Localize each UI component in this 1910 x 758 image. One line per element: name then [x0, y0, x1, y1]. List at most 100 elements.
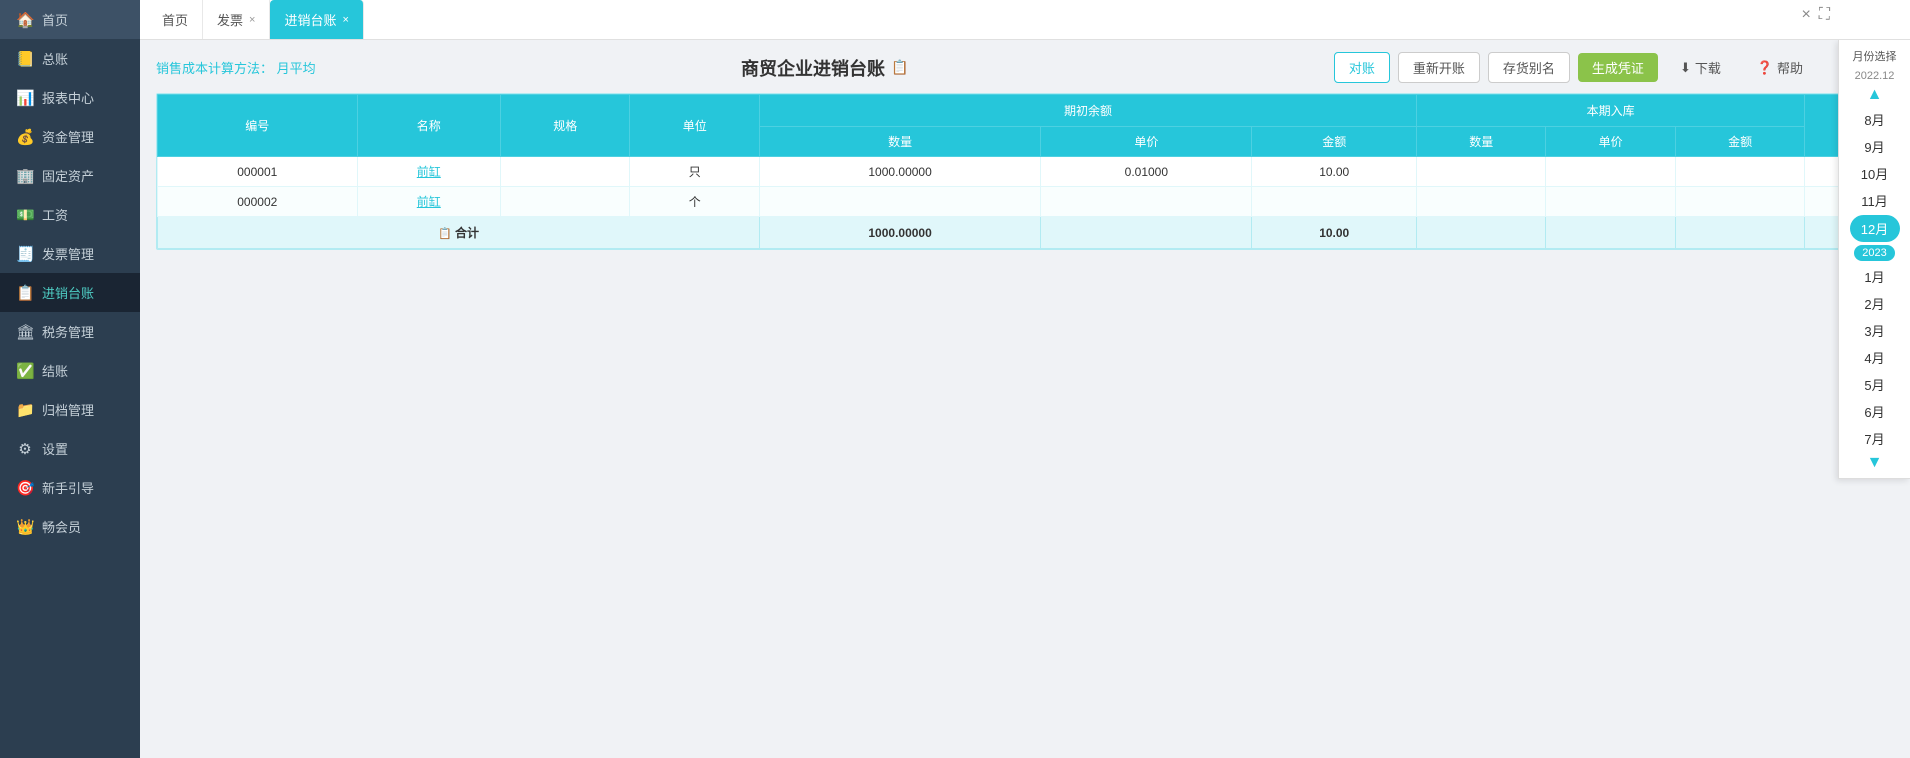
- sidebar-item-tax[interactable]: 🏛 税务管理: [0, 312, 140, 351]
- col-in-amount: 金额: [1675, 127, 1804, 157]
- tab-purchase-sale-close[interactable]: ×: [342, 14, 348, 26]
- table-row: 000002 前缸 个: [158, 187, 1893, 217]
- month-item-4[interactable]: 4月: [1839, 344, 1910, 371]
- cell-init-price: [1041, 187, 1252, 217]
- cell-init-qty: 1000.00000: [759, 157, 1040, 187]
- month-item-12[interactable]: 12月: [1850, 215, 1900, 242]
- reports-icon: 📊: [16, 89, 34, 107]
- cell-init-amount: [1252, 187, 1417, 217]
- sidebar: 🏠 首页 📒 总账 📊 报表中心 💰 资金管理 🏢 固定资产 💵 工资 🧾 发票…: [0, 0, 140, 758]
- cell-unit: 个: [630, 187, 759, 217]
- sidebar-item-invoice-mgmt[interactable]: 🧾 发票管理: [0, 234, 140, 273]
- sidebar-item-reports[interactable]: 📊 报表中心: [0, 78, 140, 117]
- sidebar-item-salary[interactable]: 💵 工资: [0, 195, 140, 234]
- month-item-1[interactable]: 1月: [1839, 263, 1910, 290]
- assets-icon: 🏢: [16, 167, 34, 185]
- month-scroll-down[interactable]: ▼: [1865, 452, 1885, 474]
- month-item-8[interactable]: 8月: [1839, 106, 1910, 133]
- sidebar-item-checkout[interactable]: ✅ 结账: [0, 351, 140, 390]
- month-item-5[interactable]: 5月: [1839, 371, 1910, 398]
- sidebar-item-guide[interactable]: 🎯 新手引导: [0, 468, 140, 507]
- tab-invoice-close[interactable]: ×: [249, 14, 255, 26]
- title-info-icon[interactable]: 📋: [891, 59, 908, 76]
- month-item-3[interactable]: 3月: [1839, 317, 1910, 344]
- close-button[interactable]: ×: [1801, 6, 1810, 24]
- cost-method: 销售成本计算方法： 月平均: [156, 58, 316, 77]
- salary-icon: 💵: [16, 206, 34, 224]
- sidebar-item-purchase-sale[interactable]: 📋 进销台账: [0, 273, 140, 312]
- table-header-top: 编号 名称 规格 单位 期初余额 本期入库 数: [158, 95, 1893, 127]
- total-label: 📋 合计: [158, 217, 760, 249]
- archive-icon: 📁: [16, 401, 34, 419]
- sidebar-item-member[interactable]: 👑 畅会员: [0, 507, 140, 546]
- save-alias-button[interactable]: 存货别名: [1488, 52, 1570, 83]
- cell-in-amount: [1675, 157, 1804, 187]
- col-in-qty: 数量: [1416, 127, 1545, 157]
- total-init-qty: 1000.00000: [759, 217, 1040, 249]
- table-total-row: 📋 合计 1000.00000 10.00: [158, 217, 1893, 249]
- tab-invoice[interactable]: 发票 ×: [203, 0, 270, 39]
- cell-spec: [501, 187, 630, 217]
- month-item-9[interactable]: 9月: [1839, 133, 1910, 160]
- col-init-qty: 数量: [759, 127, 1040, 157]
- table-row: 000001 前缸 只 1000.00000 0.01000 10.00: [158, 157, 1893, 187]
- download-icon: ⬇: [1680, 60, 1691, 76]
- download-button[interactable]: ⬇ 下载: [1666, 53, 1735, 82]
- month-year-2023-label: 2023: [1854, 245, 1894, 261]
- settings-icon: ⚙: [16, 440, 34, 458]
- cell-name: 前缸: [357, 157, 500, 187]
- cell-spec: [501, 157, 630, 187]
- reconcile-button[interactable]: 对账: [1334, 52, 1390, 83]
- cell-init-qty: [759, 187, 1040, 217]
- month-selector-title: 月份选择: [1853, 44, 1897, 68]
- total-in-qty: [1416, 217, 1545, 249]
- cell-init-amount: 10.00: [1252, 157, 1417, 187]
- help-icon: ❓: [1757, 60, 1773, 76]
- col-unit: 单位: [630, 95, 759, 157]
- finance-icon: 💰: [16, 128, 34, 146]
- data-table: 编号 名称 规格 单位 期初余额 本期入库 数 数量 单价 金额 数量 单价: [157, 94, 1893, 249]
- page-title: 商贸企业进销台账 📋: [741, 55, 908, 81]
- cell-init-price: 0.01000: [1041, 157, 1252, 187]
- col-spec: 规格: [501, 95, 630, 157]
- month-item-10[interactable]: 10月: [1839, 160, 1910, 187]
- sidebar-item-assets[interactable]: 🏢 固定资产: [0, 156, 140, 195]
- total-icon: 📋: [438, 228, 452, 240]
- sidebar-item-ledger[interactable]: 📒 总账: [0, 39, 140, 78]
- sidebar-item-archive[interactable]: 📁 归档管理: [0, 390, 140, 429]
- invoice-mgmt-icon: 🧾: [16, 245, 34, 263]
- content-header: 销售成本计算方法： 月平均 商贸企业进销台账 📋 对账 重新开账 存货别名 生成…: [156, 52, 1894, 83]
- cell-in-qty: [1416, 187, 1545, 217]
- tab-home[interactable]: 首页: [148, 0, 203, 39]
- main-area: × ⛶ 首页 发票 × 进销台账 × 销售成本计算方法： 月平均 商贸企业进销台…: [140, 0, 1910, 758]
- total-init-price: [1041, 217, 1252, 249]
- cell-code: 000002: [158, 187, 358, 217]
- generate-voucher-button[interactable]: 生成凭证: [1578, 53, 1658, 82]
- col-group-in: 本期入库: [1416, 95, 1804, 127]
- month-item-2[interactable]: 2月: [1839, 290, 1910, 317]
- reopen-button[interactable]: 重新开账: [1398, 52, 1480, 83]
- maximize-button[interactable]: ⛶: [1819, 6, 1830, 24]
- col-name: 名称: [357, 95, 500, 157]
- total-in-amount: [1675, 217, 1804, 249]
- month-item-11[interactable]: 11月: [1839, 187, 1910, 214]
- help-button[interactable]: ❓ 帮助: [1743, 53, 1817, 82]
- month-item-7[interactable]: 7月: [1839, 425, 1910, 452]
- tab-purchase-sale[interactable]: 进销台账 ×: [270, 0, 363, 39]
- cell-name: 前缸: [357, 187, 500, 217]
- month-selector-panel: 月份选择 2022.12 ▲ 8月 9月 10月 11月 12月 2023 1月…: [1838, 40, 1910, 479]
- window-controls: × ⛶: [1801, 6, 1830, 24]
- cell-in-price: [1546, 187, 1675, 217]
- home-icon: 🏠: [16, 11, 34, 29]
- month-item-6[interactable]: 6月: [1839, 398, 1910, 425]
- sidebar-item-finance[interactable]: 💰 资金管理: [0, 117, 140, 156]
- total-init-amount: 10.00: [1252, 217, 1417, 249]
- cell-code: 000001: [158, 157, 358, 187]
- col-init-price: 单价: [1041, 127, 1252, 157]
- tab-bar: 首页 发票 × 进销台账 ×: [140, 0, 1910, 40]
- sidebar-item-home[interactable]: 🏠 首页: [0, 0, 140, 39]
- table-body: 000001 前缸 只 1000.00000 0.01000 10.00 000…: [158, 157, 1893, 249]
- tax-icon: 🏛: [16, 323, 34, 341]
- month-scroll-up[interactable]: ▲: [1865, 84, 1885, 106]
- sidebar-item-settings[interactable]: ⚙ 设置: [0, 429, 140, 468]
